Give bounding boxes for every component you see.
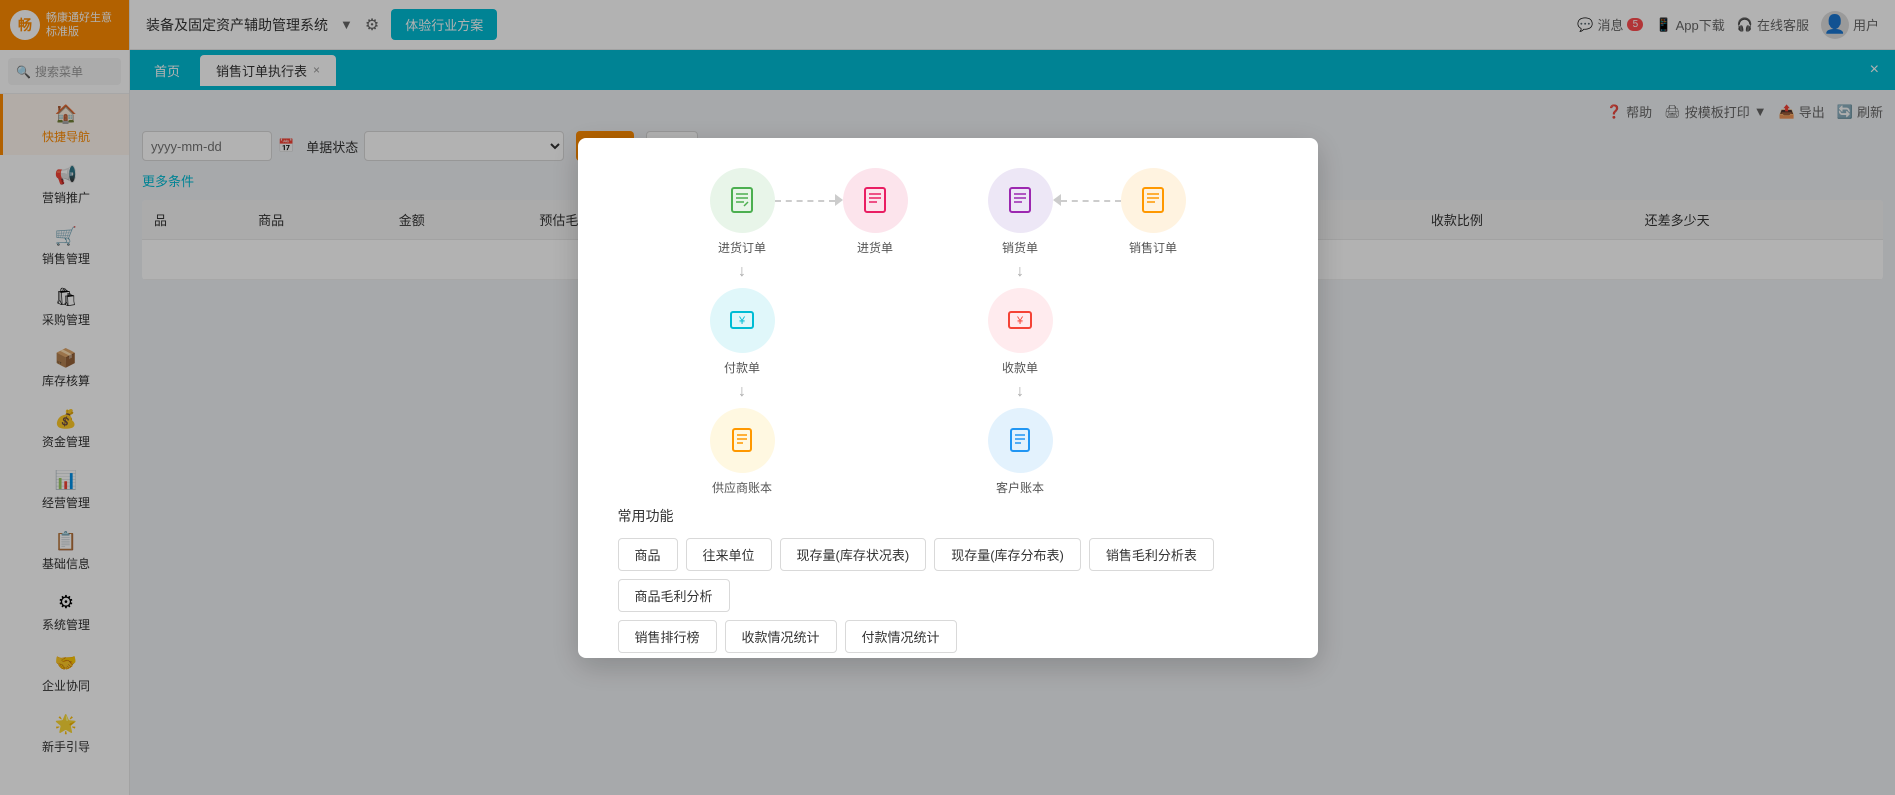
func-btn-inventory-dist[interactable]: 现存量(库存分布表) [934, 538, 1081, 571]
func-btn-inventory-status[interactable]: 现存量(库存状况表) [780, 538, 927, 571]
func-btn-sales-margin[interactable]: 销售毛利分析表 [1089, 538, 1214, 571]
modal-content: 进货订单 ↓ ¥ 付款单 ↓ 供应商账本 [578, 138, 1318, 658]
svg-text:¥: ¥ [1016, 315, 1024, 327]
func-btn-payment-stats[interactable]: 付款情况统计 [845, 620, 957, 653]
modal-scroll-row: ◀ ▶ [618, 653, 1278, 658]
func-btn-receipt-stats[interactable]: 收款情况统计 [725, 620, 837, 653]
receipt-slip-icon: ¥ [988, 288, 1053, 353]
arrow-down-2: ↓ [1016, 264, 1024, 280]
purchase-order-icon [710, 168, 775, 233]
modal-overlay[interactable]: 进货订单 ↓ ¥ 付款单 ↓ 供应商账本 [0, 0, 1895, 795]
sales-bill-icon [988, 168, 1053, 233]
payment-slip-icon: ¥ [710, 288, 775, 353]
function-buttons-row1: 商品 往来单位 现存量(库存状况表) 现存量(库存分布表) 销售毛利分析表 商品… [618, 538, 1278, 612]
purchase-order-node[interactable]: 进货订单 [710, 168, 775, 256]
sales-order-icon [1121, 168, 1186, 233]
sales-bill-node[interactable]: 销货单 [988, 168, 1053, 256]
sales-order-node[interactable]: 销售订单 [1121, 168, 1186, 256]
customer-ledger-icon [988, 408, 1053, 473]
arrow-down-4: ↓ [1016, 384, 1024, 400]
receipt-slip-node[interactable]: ¥ 收款单 [988, 288, 1053, 376]
svg-text:¥: ¥ [738, 315, 746, 327]
supplier-ledger-icon [710, 408, 775, 473]
supplier-ledger-node[interactable]: 供应商账本 [710, 408, 775, 496]
payment-slip-node[interactable]: ¥ 付款单 [710, 288, 775, 376]
func-btn-product-margin[interactable]: 商品毛利分析 [618, 579, 730, 612]
purchase-bill-node[interactable]: 进货单 [843, 168, 908, 256]
purchase-bill-icon [843, 168, 908, 233]
flow-modal: 进货订单 ↓ ¥ 付款单 ↓ 供应商账本 [578, 138, 1318, 658]
function-buttons-row2: 销售排行榜 收款情况统计 付款情况统计 [618, 620, 1278, 653]
customer-ledger-node[interactable]: 客户账本 [988, 408, 1053, 496]
arrow-down-1: ↓ [738, 264, 746, 280]
arrow-down-3: ↓ [738, 384, 746, 400]
common-functions: 常用功能 商品 往来单位 现存量(库存状况表) 现存量(库存分布表) 销售毛利分… [618, 506, 1278, 653]
func-btn-contacts[interactable]: 往来单位 [686, 538, 772, 571]
func-btn-sales-rank[interactable]: 销售排行榜 [618, 620, 717, 653]
common-functions-title: 常用功能 [618, 506, 1278, 526]
func-btn-product[interactable]: 商品 [618, 538, 678, 571]
